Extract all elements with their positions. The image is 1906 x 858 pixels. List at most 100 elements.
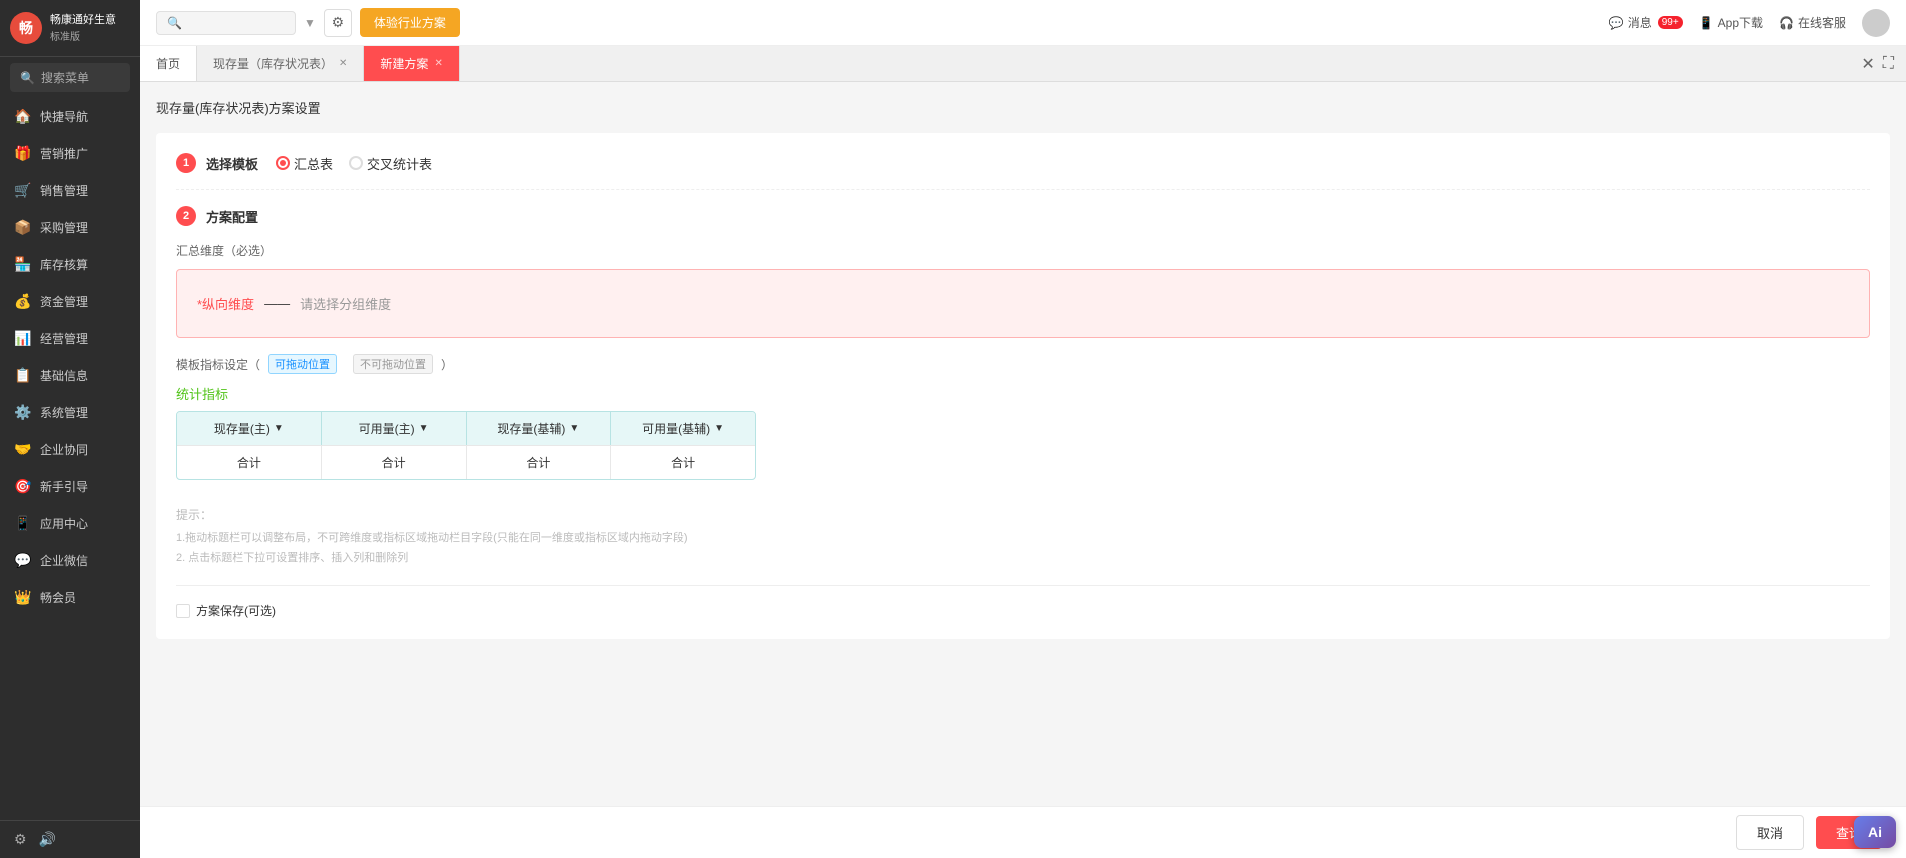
- sidebar-item-enterprise[interactable]: 🤝 企业协同: [0, 431, 140, 468]
- sidebar-item-wechat[interactable]: 💬 企业微信: [0, 542, 140, 579]
- download-icon: 📱: [1699, 16, 1714, 30]
- unmovable-tag: 不可拖动位置: [353, 354, 433, 374]
- col-body-3: 合计: [611, 445, 755, 479]
- save-checkbox-label[interactable]: 方案保存(可选): [176, 602, 276, 619]
- sidebar-item-operations[interactable]: 📊 经营管理: [0, 320, 140, 357]
- dim-placeholder: 请选择分组维度: [300, 294, 391, 313]
- col-chevron-0: ▼: [274, 423, 284, 434]
- money-icon: 💰: [14, 293, 32, 310]
- col-label-1: 可用量(主): [359, 420, 415, 437]
- ai-float-button[interactable]: Ai: [1854, 816, 1896, 848]
- home-tab-label: 首页: [156, 55, 180, 72]
- volume-icon[interactable]: 🔊: [39, 831, 56, 848]
- home-icon: 🏠: [14, 108, 32, 125]
- online-service-btn[interactable]: 🎧 在线客服: [1779, 14, 1846, 31]
- inventory-tab-close-icon[interactable]: ✕: [339, 58, 347, 69]
- radio-summary-dot: [276, 156, 290, 170]
- inventory-tab-label: 现存量（库存状况表）: [213, 55, 333, 72]
- sidebar-item-sales[interactable]: 🛒 销售管理: [0, 172, 140, 209]
- sidebar-item-system[interactable]: ⚙️ 系统管理: [0, 394, 140, 431]
- sidebar-item-label: 应用中心: [40, 515, 88, 532]
- sidebar-item-label: 快捷导航: [40, 108, 88, 125]
- step2-label: 方案配置: [206, 207, 258, 226]
- cancel-button[interactable]: 取消: [1736, 815, 1804, 850]
- radio-cross-label: 交叉统计表: [367, 154, 432, 173]
- sidebar-search[interactable]: 🔍 搜索菜单: [10, 63, 130, 92]
- tabbar-actions: ✕ ⛶: [1849, 52, 1906, 76]
- close-panel-icon[interactable]: ✕: [1859, 52, 1876, 76]
- tab-new-scheme[interactable]: 新建方案 ✕: [364, 46, 459, 81]
- topbar-dropdown[interactable]: ▼: [304, 16, 316, 30]
- sidebar-item-label: 经营管理: [40, 330, 88, 347]
- sidebar-item-label: 销售管理: [40, 182, 88, 199]
- sidebar-item-inventory[interactable]: 🏪 库存核算: [0, 246, 140, 283]
- col-header-2[interactable]: 现存量(基辅) ▼: [467, 412, 612, 445]
- message-btn[interactable]: 💬 消息 99+: [1609, 14, 1683, 31]
- step1-label: 选择模板: [206, 154, 258, 173]
- sidebar: 畅 畅康通好生意 标准版 🔍 搜索菜单 🏠 快捷导航 🎁 营销推广 🛒 销售管理…: [0, 0, 140, 858]
- sidebar-item-label: 库存核算: [40, 256, 88, 273]
- indicator-prefix: 模板指标设定（: [176, 356, 260, 373]
- summary-dim-label: 汇总维度（必选）: [176, 242, 1870, 259]
- col-header-0[interactable]: 现存量(主) ▼: [177, 412, 322, 445]
- store-icon: 🏪: [14, 256, 32, 273]
- sidebar-item-quick-nav[interactable]: 🏠 快捷导航: [0, 98, 140, 135]
- sidebar-item-label: 基础信息: [40, 367, 88, 384]
- tips-section: 提示： 1.拖动标题栏可以调整布局，不可跨维度或指标区域拖动栏目字段(只能在同一…: [176, 496, 1870, 565]
- content-area: 现存量(库存状况表)方案设置 1 选择模板 汇总表 交叉统计表: [140, 82, 1906, 806]
- trial-button[interactable]: 体验行业方案: [360, 8, 460, 37]
- user-avatar[interactable]: [1862, 9, 1890, 37]
- indicator-settings-label: 模板指标设定（ 可拖动位置 不可拖动位置 ）: [176, 354, 1870, 374]
- tab-home[interactable]: 首页: [140, 46, 197, 81]
- sidebar-item-label: 企业协同: [40, 441, 88, 458]
- sidebar-item-member[interactable]: 👑 畅会员: [0, 579, 140, 616]
- save-label: 方案保存(可选): [196, 602, 276, 619]
- new-scheme-tab-label: 新建方案: [380, 55, 428, 72]
- sidebar-footer: ⚙ 🔊: [0, 820, 140, 858]
- settings-btn[interactable]: ⚙: [324, 9, 352, 37]
- sidebar-item-purchase[interactable]: 📦 采购管理: [0, 209, 140, 246]
- sidebar-item-label: 企业微信: [40, 552, 88, 569]
- scheme-settings-card: 1 选择模板 汇总表 交叉统计表 2 方案配置: [156, 133, 1890, 639]
- tab-inventory-status[interactable]: 现存量（库存状况表） ✕: [197, 46, 364, 81]
- indicator-settings: 模板指标设定（ 可拖动位置 不可拖动位置 ） 统计指标 现存量(主) ▼: [176, 354, 1870, 480]
- movable-tag: 可拖动位置: [268, 354, 337, 374]
- col-header-3[interactable]: 可用量(基辅) ▼: [611, 412, 755, 445]
- online-service-label: 在线客服: [1798, 14, 1846, 31]
- indicator-suffix: ）: [441, 356, 453, 373]
- col-label-0: 现存量(主): [214, 420, 270, 437]
- radio-summary[interactable]: 汇总表: [276, 154, 333, 173]
- target-icon: 🎯: [14, 478, 32, 495]
- new-scheme-tab-close-icon[interactable]: ✕: [434, 58, 442, 69]
- radio-cross[interactable]: 交叉统计表: [349, 154, 432, 173]
- step-divider: [176, 189, 1870, 190]
- sidebar-item-marketing[interactable]: 🎁 营销推广: [0, 135, 140, 172]
- col-header-1[interactable]: 可用量(主) ▼: [322, 412, 467, 445]
- dim-dash: ——: [264, 296, 290, 311]
- topbar-search-box[interactable]: 🔍: [156, 11, 296, 35]
- sidebar-item-newbie[interactable]: 🎯 新手引导: [0, 468, 140, 505]
- gift-icon: 🎁: [14, 145, 32, 162]
- sidebar-item-finance[interactable]: 💰 资金管理: [0, 283, 140, 320]
- sidebar-header: 畅 畅康通好生意 标准版: [0, 0, 140, 57]
- dimension-zone[interactable]: *纵向维度 —— 请选择分组维度: [176, 269, 1870, 338]
- save-checkbox-box[interactable]: [176, 604, 190, 618]
- tips-item-0: 1.拖动标题栏可以调整布局，不可跨维度或指标区域拖动栏目字段(只能在同一维度或指…: [176, 529, 1870, 545]
- expand-icon[interactable]: ⛶: [1881, 53, 1896, 75]
- sidebar-item-label: 营销推广: [40, 145, 88, 162]
- chart-icon: 📊: [14, 330, 32, 347]
- save-option-row: 方案保存(可选): [176, 585, 1870, 619]
- dropdown-label: ▼: [304, 16, 316, 30]
- sidebar-item-app-center[interactable]: 📱 应用中心: [0, 505, 140, 542]
- step1-num: 1: [176, 153, 196, 173]
- topbar: 🔍 ▼ ⚙ 体验行业方案 💬 消息 99+ 📱 App下载 🎧: [140, 0, 1906, 46]
- phone-icon: 📱: [14, 515, 32, 532]
- settings-icon[interactable]: ⚙: [14, 831, 27, 848]
- sidebar-item-label: 畅会员: [40, 589, 76, 606]
- sidebar-item-basics[interactable]: 📋 基础信息: [0, 357, 140, 394]
- tabbar: 首页 现存量（库存状况表） ✕ 新建方案 ✕ ✕ ⛶: [140, 46, 1906, 82]
- page-title: 现存量(库存状况表)方案设置: [156, 98, 1890, 117]
- tips-title: 提示：: [176, 506, 1870, 523]
- headset-icon: 🎧: [1779, 16, 1794, 30]
- app-download-btn[interactable]: 📱 App下载: [1699, 14, 1763, 31]
